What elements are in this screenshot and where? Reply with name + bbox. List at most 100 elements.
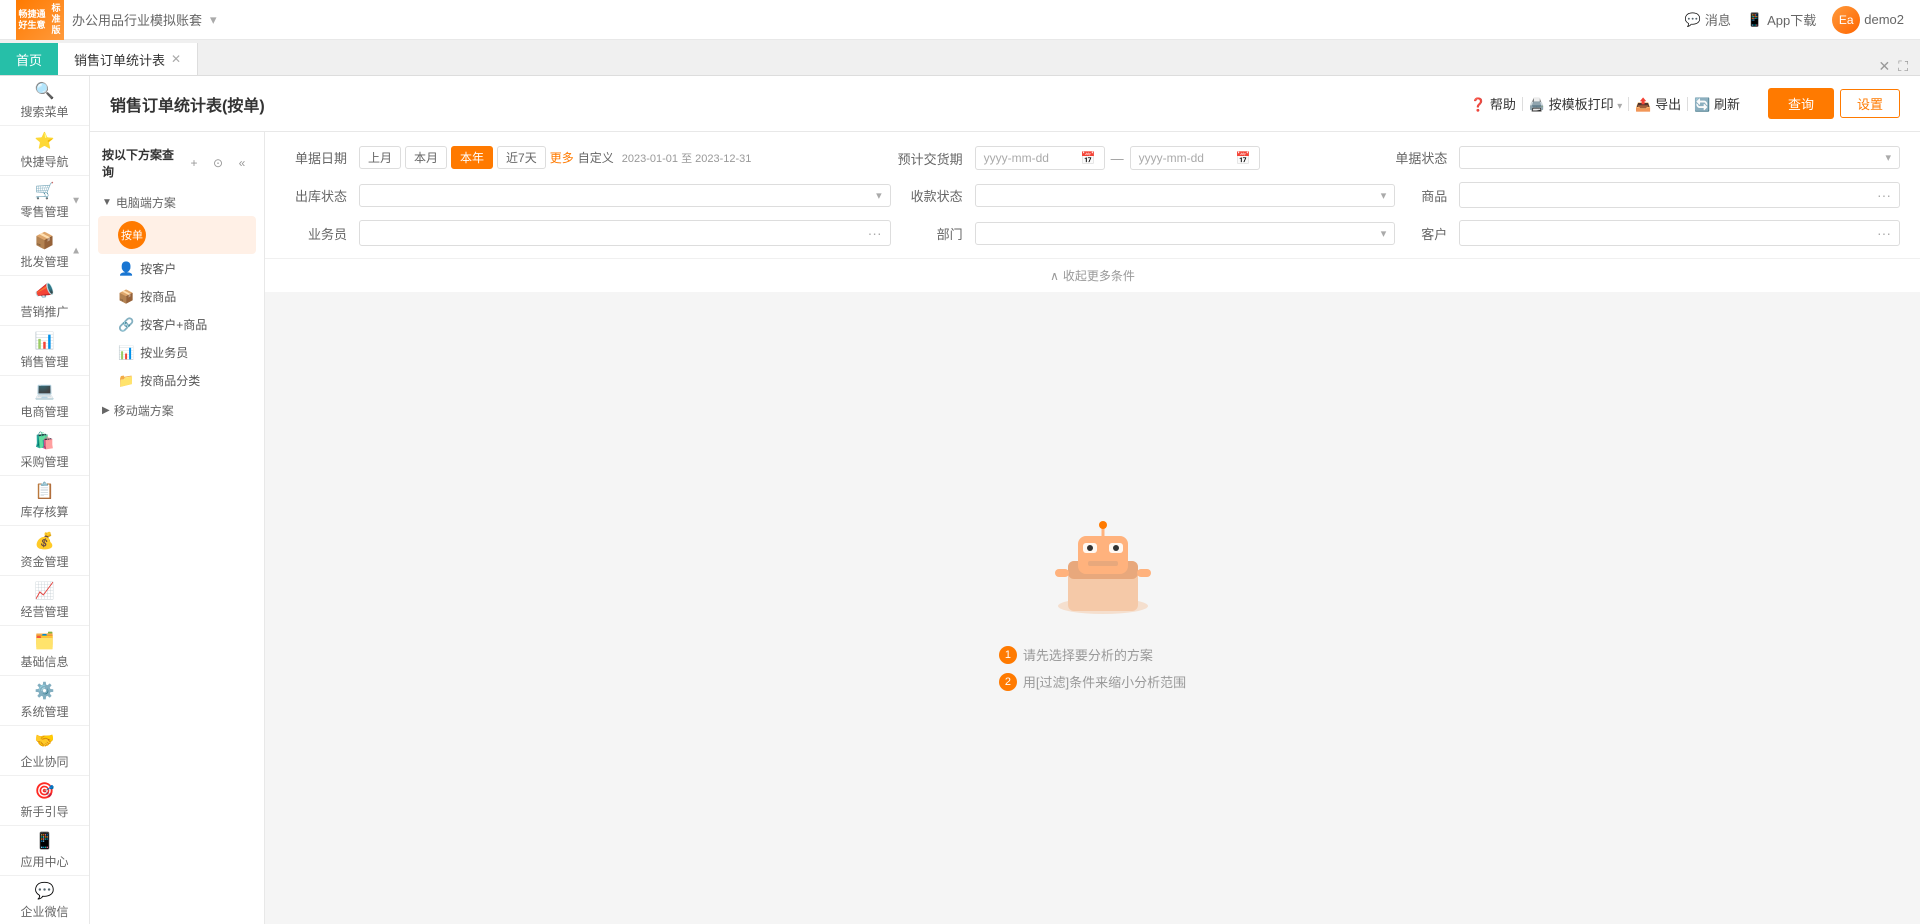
enterprise-icon: 🤝 — [35, 731, 55, 751]
product-input[interactable]: ··· — [1459, 182, 1900, 208]
calendar-start-icon[interactable]: 📅 — [1081, 151, 1096, 165]
print-button[interactable]: 🖨️ 按模板打印 ▾ — [1529, 94, 1622, 113]
logo: 畅捷通好生意 标准版 — [16, 0, 64, 40]
sidebar-item-ecommerce[interactable]: 💻 电商管理 — [0, 376, 89, 426]
export-icon: 📤 — [1635, 97, 1651, 112]
help-icon: ❓ — [1470, 97, 1486, 112]
tab-home-label: 首页 — [16, 50, 42, 69]
tree-mobile-group[interactable]: ▶ 移动端方案 — [98, 398, 256, 423]
date-btn-more[interactable]: 更多 — [550, 149, 574, 166]
staff-more-icon[interactable]: ··· — [868, 225, 882, 241]
sidebar-item-wechat[interactable]: 💬 企业微信 — [0, 876, 89, 924]
product-more-icon[interactable]: ··· — [1877, 187, 1891, 203]
wechat-icon: 💬 — [35, 881, 55, 901]
retail-arrow-icon: ▼ — [71, 195, 81, 206]
calendar-end-icon[interactable]: 📅 — [1236, 151, 1251, 165]
order-status-select[interactable]: ▾ — [1459, 146, 1900, 169]
delivery-status-select[interactable]: ▾ — [359, 184, 891, 207]
date-sub-text: 2023-01-01 至 2023-12-31 — [622, 150, 752, 166]
order-status-caret-icon: ▾ — [1885, 151, 1891, 164]
left-panel: 按以下方案查询 + ⊙ « ▼ — [90, 132, 265, 924]
content-right: 单据日期 上月 本月 本年 近7天 更多 自定义 — [265, 132, 1920, 924]
tree-item-by-staff[interactable]: 📊 按业务员 — [98, 339, 256, 366]
sidebar-item-sales[interactable]: 📊 销售管理 — [0, 326, 89, 376]
sidebar-item-basic[interactable]: 🗂️ 基础信息 — [0, 626, 89, 676]
purchase-icon: 🛍️ — [35, 431, 55, 451]
breadcrumb-caret-icon[interactable]: ▾ — [210, 12, 217, 28]
sidebar-item-system[interactable]: ⚙️ 系统管理 — [0, 676, 89, 726]
filter-row-1: 单据日期 上月 本月 本年 近7天 更多 自定义 — [285, 146, 1900, 170]
divider2 — [1628, 97, 1629, 111]
newbie-icon: 🎯 — [35, 781, 55, 801]
user-avatar[interactable]: Ea demo2 — [1832, 6, 1904, 34]
date-btn-7days[interactable]: 近7天 — [497, 146, 546, 169]
settings-button[interactable]: 设置 — [1840, 89, 1900, 118]
sidebar-item-wholesale[interactable]: 📦 批发管理 ▲ — [0, 226, 89, 276]
filter-cell-order-status: 单据状态 ▾ — [1395, 146, 1900, 169]
tab-close-icon[interactable]: ✕ — [171, 52, 181, 66]
tree-item-by-cust-prod[interactable]: 🔗 按客户+商品 — [98, 311, 256, 338]
window-expand-icon[interactable]: ⛶ — [1898, 58, 1908, 75]
tree-item-by-customer[interactable]: 👤 按客户 — [98, 255, 256, 282]
customer-more-icon[interactable]: ··· — [1877, 225, 1891, 241]
tree-item-by-category[interactable]: 📁 按商品分类 — [98, 367, 256, 394]
tab-home[interactable]: 首页 — [0, 43, 58, 75]
staff-input[interactable]: ··· — [359, 220, 891, 246]
filter-row-3: 业务员 ··· 部门 ▾ — [285, 220, 1900, 246]
sidebar-item-search[interactable]: 🔍 搜索菜单 — [0, 76, 89, 126]
sidebar-item-retail[interactable]: 🛒 零售管理 ▼ — [0, 176, 89, 226]
appstore-icon: 📱 — [35, 831, 55, 851]
star-icon: ⭐ — [35, 131, 55, 151]
sidebar-item-finance[interactable]: 💰 资金管理 — [0, 526, 89, 576]
hint-text-1: 请先选择要分析的方案 — [1023, 645, 1153, 664]
filter-cell-product: 商品 ··· — [1395, 182, 1900, 208]
delivery-end-input[interactable]: yyyy-mm-dd 📅 — [1130, 146, 1260, 170]
sidebar-item-quick-nav[interactable]: ⭐ 快捷导航 — [0, 126, 89, 176]
date-btn-last-month[interactable]: 上月 — [359, 146, 401, 169]
panel-add-button[interactable]: + — [184, 153, 204, 173]
department-select[interactable]: ▾ — [975, 222, 1396, 245]
date-btn-custom[interactable]: 自定义 — [578, 149, 614, 166]
marketing-icon: 📣 — [35, 281, 55, 301]
query-button[interactable]: 查询 — [1768, 88, 1834, 119]
empty-text: 1 请先选择要分析的方案 2 用[过滤]条件来缩小分析范围 — [999, 641, 1186, 695]
department-caret-icon: ▾ — [1381, 227, 1387, 240]
payment-status-label: 收款状态 — [891, 186, 971, 205]
help-button[interactable]: ❓ 帮助 — [1470, 94, 1516, 113]
breadcrumb: 办公用品行业模拟账套 — [72, 10, 202, 29]
window-close-icon[interactable]: ✕ — [1878, 58, 1890, 75]
collapse-icon: « — [239, 156, 246, 170]
panel-label: 按以下方案查询 — [102, 146, 184, 180]
sidebar-item-marketing[interactable]: 📣 营销推广 — [0, 276, 89, 326]
message-button[interactable]: 💬 消息 — [1685, 10, 1731, 29]
sidebar-item-appstore[interactable]: 📱 应用中心 — [0, 826, 89, 876]
product-label: 商品 — [1395, 186, 1455, 205]
tree-pc-group[interactable]: ▼ 电脑端方案 — [98, 190, 256, 215]
hint-text-2: 用[过滤]条件来缩小分析范围 — [1023, 672, 1186, 691]
customer-input[interactable]: ··· — [1459, 220, 1900, 246]
panel-collapse-button[interactable]: « — [232, 153, 252, 173]
sidebar-item-purchase[interactable]: 🛍️ 采购管理 — [0, 426, 89, 476]
export-button[interactable]: 📤 导出 — [1635, 94, 1681, 113]
tree-item-by-order[interactable]: 按单 — [98, 216, 256, 254]
date-btn-this-year[interactable]: 本年 — [451, 146, 493, 169]
delivery-end-placeholder: yyyy-mm-dd — [1139, 151, 1204, 165]
tab-sales-order-stat[interactable]: 销售订单统计表 ✕ — [58, 43, 198, 75]
sidebar-item-enterprise[interactable]: 🤝 企业协同 — [0, 726, 89, 776]
ecommerce-icon: 💻 — [35, 381, 55, 401]
payment-status-select[interactable]: ▾ — [975, 184, 1396, 207]
print-caret-icon: ▾ — [1617, 101, 1622, 112]
sidebar-item-inventory[interactable]: 📋 库存核算 — [0, 476, 89, 526]
page-title: 销售订单统计表(按单) — [110, 92, 265, 128]
collapse-bar[interactable]: ∧ 收起更多条件 — [265, 258, 1920, 292]
sidebar-item-operation[interactable]: 📈 经营管理 — [0, 576, 89, 626]
date-btn-this-month[interactable]: 本月 — [405, 146, 447, 169]
panel-edit-button[interactable]: ⊙ — [208, 153, 228, 173]
app-download-button[interactable]: 📱 App下载 — [1747, 10, 1816, 29]
delivery-start-input[interactable]: yyyy-mm-dd 📅 — [975, 146, 1105, 170]
filter-cell-payment-status: 收款状态 ▾ — [891, 184, 1396, 207]
refresh-button[interactable]: 🔄 刷新 — [1694, 94, 1740, 113]
wholesale-arrow-icon: ▲ — [71, 245, 81, 256]
tree-item-by-product[interactable]: 📦 按商品 — [98, 283, 256, 310]
sidebar-item-newbie[interactable]: 🎯 新手引导 — [0, 776, 89, 826]
